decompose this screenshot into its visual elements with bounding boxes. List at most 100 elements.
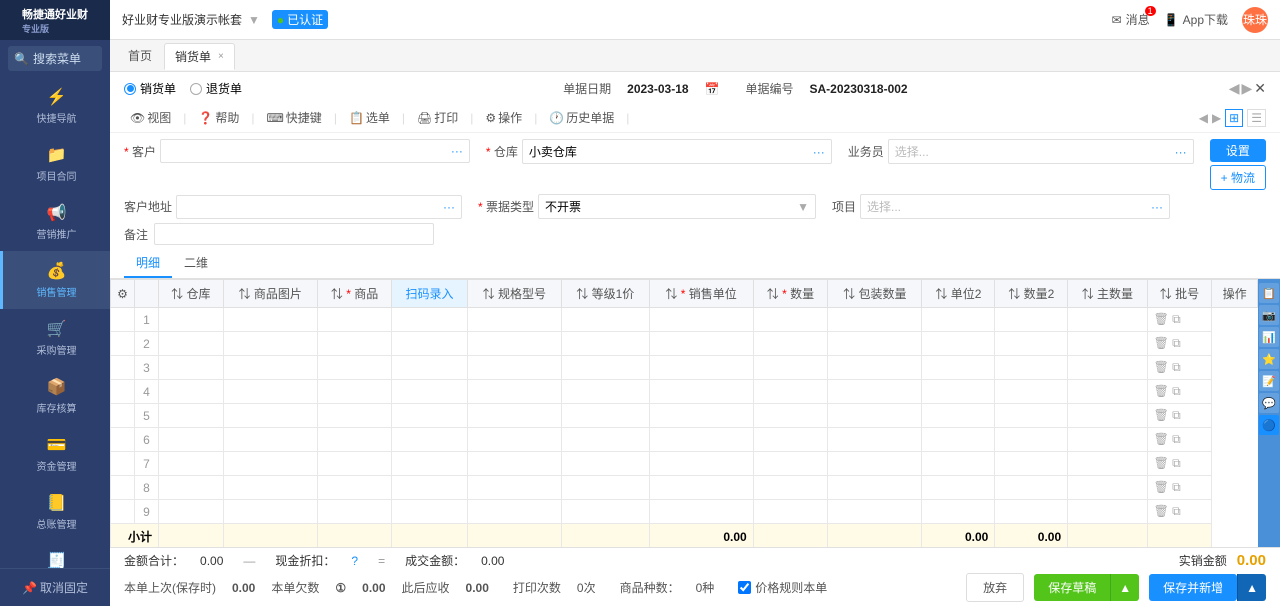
data-cell[interactable] (995, 404, 1068, 428)
next-arrow[interactable]: ▶ (1241, 80, 1252, 97)
data-cell[interactable] (467, 308, 561, 332)
data-cell[interactable] (223, 476, 317, 500)
data-cell[interactable] (467, 452, 561, 476)
salesperson-input[interactable]: 选择... ··· (888, 139, 1194, 164)
tab-sale-order[interactable]: 销货单 × (164, 43, 235, 70)
save-draft-button[interactable]: 保存草稿 (1034, 574, 1110, 601)
copy-row-icon[interactable]: ⧉ (1172, 336, 1181, 350)
data-cell[interactable] (392, 476, 467, 500)
th-batch-sort[interactable]: ⇅ (1160, 287, 1172, 301)
data-cell[interactable] (159, 404, 224, 428)
data-cell[interactable] (159, 380, 224, 404)
memo-input[interactable] (154, 223, 434, 245)
close-tab-icon[interactable]: × (218, 51, 224, 62)
data-cell[interactable] (1068, 356, 1147, 380)
right-panel-icon-6[interactable]: 💬 (1259, 393, 1279, 413)
th-product-img-sort[interactable]: ⇅ (239, 287, 251, 301)
data-cell[interactable] (828, 476, 922, 500)
project-ellipsis[interactable]: ··· (1151, 200, 1163, 214)
data-cell[interactable] (649, 404, 753, 428)
data-cell[interactable] (467, 428, 561, 452)
data-cell[interactable] (392, 404, 467, 428)
data-cell[interactable] (649, 428, 753, 452)
next-nav-icon[interactable]: ▶ (1212, 111, 1221, 125)
copy-row-icon[interactable]: ⧉ (1172, 480, 1181, 494)
data-cell[interactable] (159, 308, 224, 332)
data-cell[interactable] (922, 404, 995, 428)
delete-row-icon[interactable]: 🗑 (1154, 384, 1169, 398)
th-warehouse-sort[interactable]: ⇅ (171, 287, 183, 301)
data-cell[interactable] (922, 308, 995, 332)
delete-row-icon[interactable]: 🗑 (1154, 456, 1169, 470)
data-cell[interactable] (392, 308, 467, 332)
doc-tab-detail[interactable]: 明细 (124, 249, 172, 278)
data-cell[interactable] (561, 308, 649, 332)
th-main-qty-sort[interactable]: ⇅ (1082, 287, 1094, 301)
delete-row-icon[interactable]: 🗑 (1154, 336, 1169, 350)
data-cell[interactable] (649, 308, 753, 332)
sidebar-item-inventory[interactable]: 📦 库存核算 (0, 367, 110, 425)
data-cell[interactable] (392, 356, 467, 380)
prev-arrow[interactable]: ◀ (1229, 80, 1240, 97)
search-menu-button[interactable]: 🔍 搜索菜单 (8, 46, 102, 71)
sidebar-item-purchase[interactable]: 🛒 采购管理 (0, 309, 110, 367)
data-cell[interactable] (828, 428, 922, 452)
data-cell[interactable] (922, 332, 995, 356)
data-cell[interactable] (753, 404, 828, 428)
right-panel-icon-4[interactable]: ⭐ (1259, 349, 1279, 369)
th-product-sort[interactable]: ⇅ (331, 287, 343, 301)
data-cell[interactable] (159, 500, 224, 524)
data-cell[interactable] (467, 500, 561, 524)
data-cell[interactable] (995, 332, 1068, 356)
th-price1-sort[interactable]: ⇅ (576, 287, 588, 301)
data-cell[interactable] (467, 380, 561, 404)
data-cell[interactable] (223, 404, 317, 428)
data-cell[interactable] (1068, 332, 1147, 356)
data-cell[interactable] (1068, 308, 1147, 332)
data-cell[interactable] (995, 500, 1068, 524)
data-cell[interactable] (1068, 500, 1147, 524)
data-cell[interactable] (995, 308, 1068, 332)
user-avatar-area[interactable]: 珠珠 (1242, 7, 1268, 33)
data-cell[interactable] (159, 476, 224, 500)
data-cell[interactable] (649, 380, 753, 404)
sidebar-item-marketing[interactable]: 📢 营销推广 (0, 193, 110, 251)
delete-row-icon[interactable]: 🗑 (1154, 408, 1169, 422)
customer-input[interactable]: ··· (160, 139, 470, 163)
data-cell[interactable] (753, 356, 828, 380)
data-cell[interactable] (317, 404, 392, 428)
app-download-button[interactable]: 📱 App下载 (1164, 11, 1228, 28)
close-doc-icon[interactable]: ✕ (1254, 80, 1266, 97)
data-cell[interactable] (159, 452, 224, 476)
data-cell[interactable] (223, 452, 317, 476)
data-cell[interactable] (922, 452, 995, 476)
data-cell[interactable] (223, 380, 317, 404)
delete-row-icon[interactable]: 🗑 (1154, 480, 1169, 494)
data-cell[interactable] (561, 452, 649, 476)
data-cell[interactable] (753, 500, 828, 524)
warehouse-input[interactable]: 小卖仓库 ··· (522, 139, 832, 164)
data-cell[interactable] (392, 380, 467, 404)
abandon-button[interactable]: 放弃 (966, 573, 1024, 602)
sidebar-item-fund[interactable]: 💳 资金管理 (0, 425, 110, 483)
radio-sale[interactable]: 销货单 (124, 80, 176, 97)
right-panel-icon-5[interactable]: 📝 (1259, 371, 1279, 391)
data-cell[interactable] (159, 332, 224, 356)
help-btn[interactable]: ❓ 帮助 (192, 107, 245, 128)
th-sale-unit-sort[interactable]: ⇅ (665, 287, 677, 301)
data-cell[interactable] (392, 500, 467, 524)
delete-row-icon[interactable]: 🗑 (1154, 360, 1169, 374)
print-btn[interactable]: 🖨 打印 (411, 107, 464, 128)
data-cell[interactable] (753, 452, 828, 476)
data-cell[interactable] (649, 500, 753, 524)
customer-ellipsis[interactable]: ··· (451, 144, 463, 158)
th-gear[interactable]: ⚙ (111, 280, 135, 308)
data-cell[interactable] (753, 428, 828, 452)
save-new-button[interactable]: 保存并新增 (1149, 574, 1237, 601)
tab-home[interactable]: 首页 (120, 43, 160, 68)
copy-row-icon[interactable]: ⧉ (1172, 504, 1181, 518)
data-cell[interactable] (649, 476, 753, 500)
data-cell[interactable] (317, 308, 392, 332)
data-cell[interactable] (995, 428, 1068, 452)
data-cell[interactable] (561, 332, 649, 356)
